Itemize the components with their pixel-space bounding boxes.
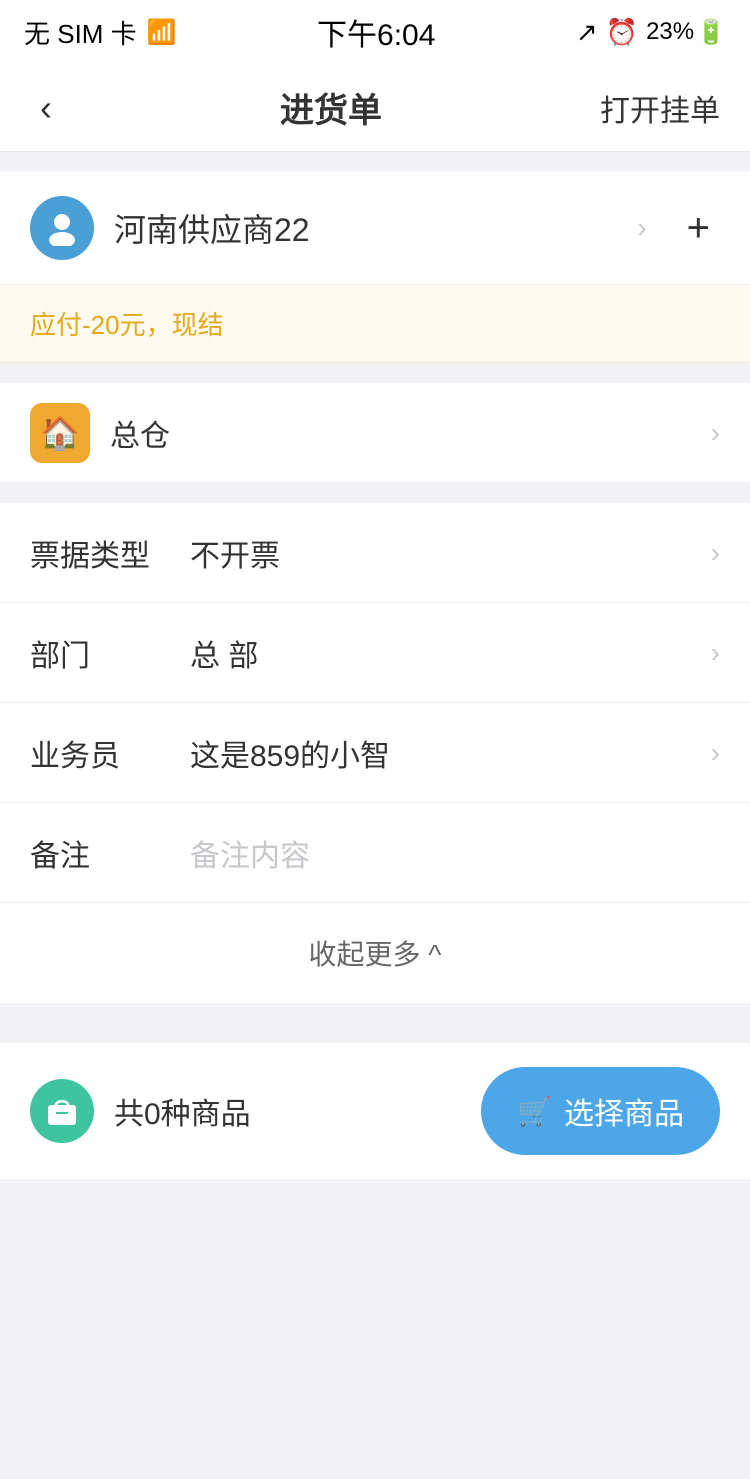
section-divider-2 [0,483,750,503]
notice-banner: 应付-20元，现结 [0,285,750,363]
select-product-label: 选择商品 [564,1089,684,1133]
warehouse-chevron-icon: › [711,417,720,449]
nav-bar: ‹ 进货单 打开挂单 [0,64,750,152]
supplier-name: 河南供应商22 [114,205,637,251]
section-gap-1 [0,152,750,172]
department-chevron-icon: › [711,637,720,669]
invoice-type-row[interactable]: 票据类型 不开票 › [0,503,750,603]
add-supplier-button[interactable]: + [677,206,720,251]
cart-icon: 🛒 [517,1095,552,1128]
page-title: 进货单 [280,83,382,132]
shopping-bag-icon [44,1093,80,1129]
notice-text: 应付-20元，现结 [30,310,224,340]
warehouse-row[interactable]: 🏠 总仓 › [0,383,750,483]
department-value: 总 部 [170,631,711,675]
supplier-avatar [30,196,94,260]
warehouse-label: 总仓 [110,411,711,455]
wifi-icon: 📶 [147,18,177,47]
product-icon-wrap [30,1079,94,1143]
location-icon: ↗ [576,17,598,48]
person-icon [44,210,80,246]
section-divider-1 [0,363,750,383]
department-row[interactable]: 部门 总 部 › [0,603,750,703]
battery-icon: 🔋 [696,18,726,47]
bottom-product-bar: 共0种商品 🛒 选择商品 [0,1043,750,1179]
invoice-type-value: 不开票 [170,531,711,575]
status-left: 无 SIM 卡 📶 [24,14,177,51]
status-right: ↗ ⏰ 23% 🔋 [576,17,726,48]
house-icon: 🏠 [40,414,80,452]
battery-percent: 23% [646,18,694,46]
invoice-type-chevron-icon: › [711,537,720,569]
salesperson-row[interactable]: 业务员 这是859的小智 › [0,703,750,803]
carrier-label: 无 SIM 卡 [24,14,137,51]
remark-row[interactable]: 备注 备注内容 [0,803,750,903]
warehouse-icon-wrap: 🏠 [30,403,90,463]
product-count-label: 共0种商品 [114,1089,481,1133]
department-label: 部门 [30,631,170,675]
back-button[interactable]: ‹ [30,77,62,139]
remark-input[interactable]: 备注内容 [170,831,720,875]
salesperson-value: 这是859的小智 [170,731,711,775]
supplier-chevron-icon: › [637,212,646,244]
alarm-icon: ⏰ [606,17,638,48]
collapse-label: 收起更多 ^ [309,939,442,970]
salesperson-label: 业务员 [30,731,170,775]
salesperson-chevron-icon: › [711,737,720,769]
status-bar: 无 SIM 卡 📶 下午6:04 ↗ ⏰ 23% 🔋 [0,0,750,64]
supplier-row[interactable]: 河南供应商22 › + [0,172,750,285]
form-card: 票据类型 不开票 › 部门 总 部 › 业务员 这是859的小智 › 备注 备注… [0,503,750,903]
select-product-button[interactable]: 🛒 选择商品 [481,1067,720,1155]
collapse-row[interactable]: 收起更多 ^ [0,903,750,1003]
invoice-type-label: 票据类型 [30,531,170,575]
status-time: 下午6:04 [317,10,435,54]
battery-indicator: 23% 🔋 [646,18,726,47]
background-fill [0,1179,750,1479]
open-pending-button[interactable]: 打开挂单 [600,86,720,130]
section-divider-3 [0,1003,750,1023]
remark-label: 备注 [30,831,170,875]
